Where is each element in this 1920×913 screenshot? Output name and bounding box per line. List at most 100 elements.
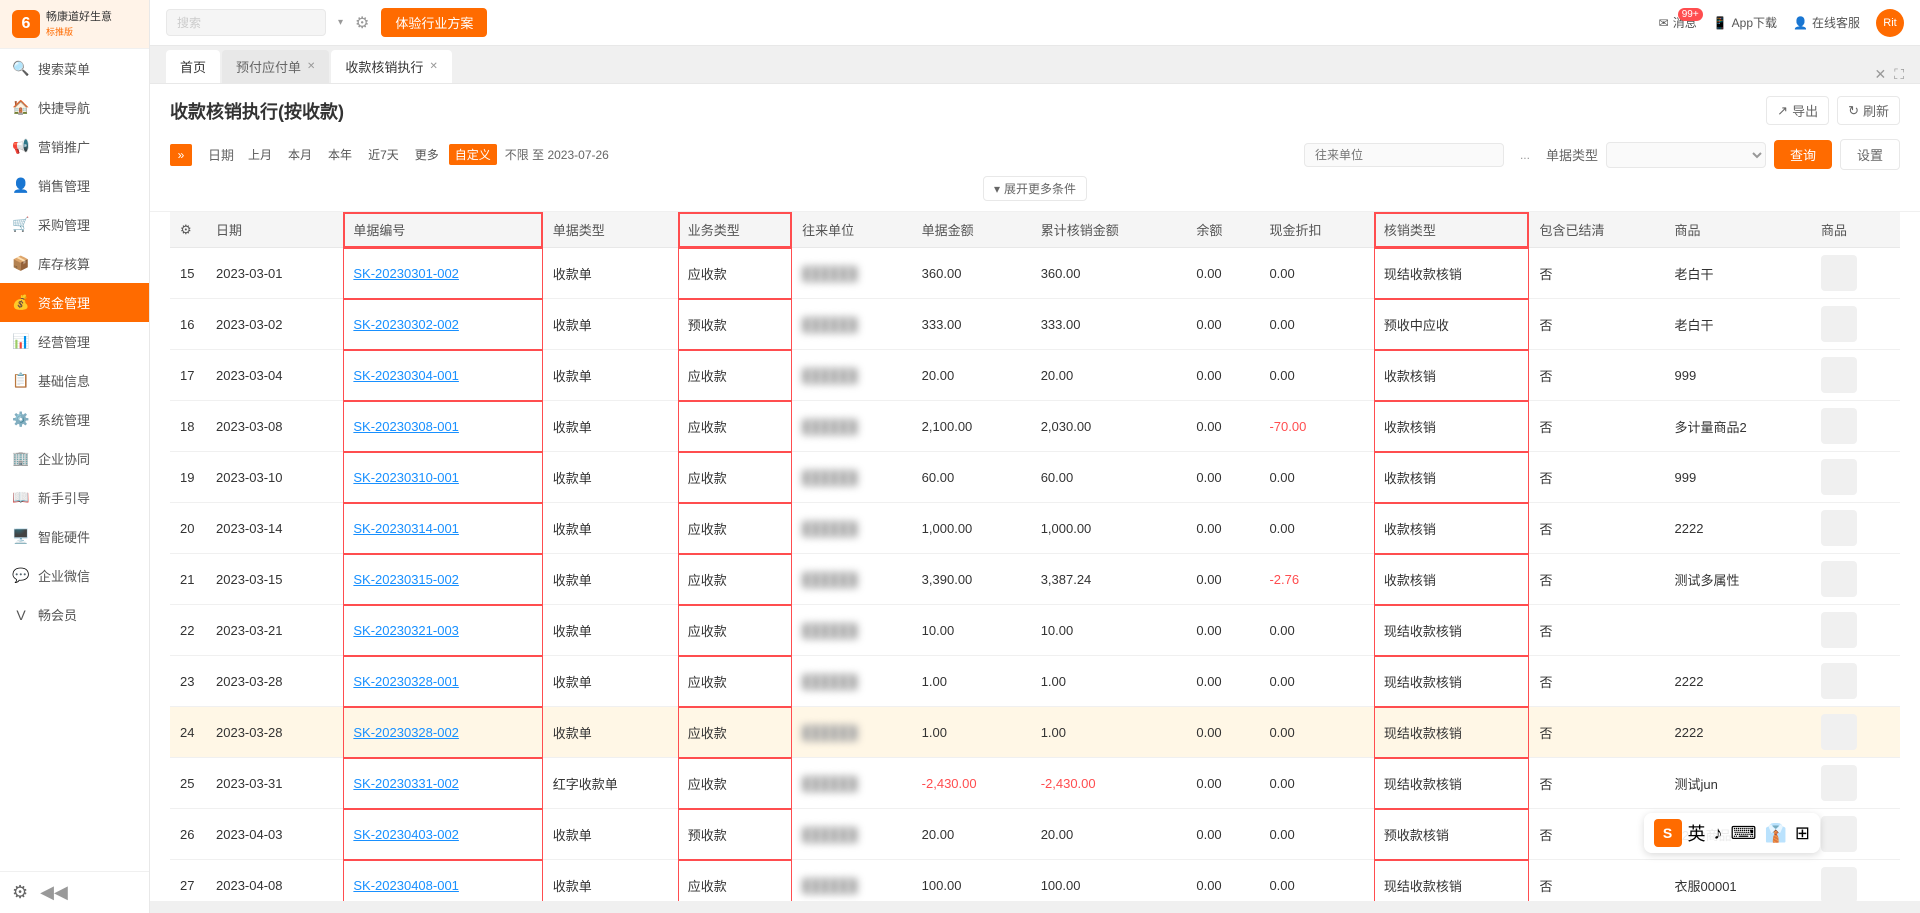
row-unit: ██████ [792, 707, 912, 758]
date-this-year-btn[interactable]: 本年 [322, 144, 358, 165]
refresh-button[interactable]: ↻ 刷新 [1837, 96, 1900, 125]
sidebar-item-search[interactable]: 🔍 搜索菜单 [0, 49, 149, 88]
unit-blurred: ██████ [802, 878, 857, 893]
settings-icon[interactable]: ⚙ [12, 882, 28, 903]
row-bill-no: SK-20230301-002 [343, 248, 542, 299]
wm-chinese-icon[interactable]: 英 [1688, 820, 1706, 846]
close-window-icon[interactable]: ✕ [1874, 66, 1886, 83]
row-balance: 0.00 [1186, 299, 1259, 350]
sidebar-item-guide[interactable]: 📖 新手引导 [0, 478, 149, 517]
close-icon[interactable]: ✕ [429, 61, 437, 72]
sidebar-item-operation[interactable]: 📊 经营管理 [0, 322, 149, 361]
sidebar-item-base[interactable]: 📋 基础信息 [0, 361, 149, 400]
collapse-icon[interactable]: ◀◀ [40, 882, 68, 903]
sidebar-item-marketing[interactable]: 📢 营销推广 [0, 127, 149, 166]
row-include-settled: 否 [1529, 554, 1664, 605]
bill-no-link[interactable]: SK-20230308-001 [353, 419, 459, 434]
bill-no-link[interactable]: SK-20230321-003 [353, 623, 459, 638]
expand-more-btn[interactable]: ▾ 展开更多条件 [983, 176, 1087, 201]
expand-window-icon[interactable]: ⛶ [1894, 66, 1904, 83]
wm-keyboard-icon[interactable]: ⌨ [1731, 823, 1757, 844]
date-custom-btn[interactable]: 自定义 [449, 144, 497, 165]
query-button[interactable]: 查询 [1774, 140, 1832, 169]
filter-collapse-button[interactable]: » [170, 144, 192, 166]
marketing-icon: 📢 [12, 138, 30, 155]
bill-type-select[interactable] [1606, 142, 1766, 168]
page-header: 收款核销执行(按收款) ↗ 导出 ↻ 刷新 [150, 84, 1920, 133]
date-more-btn[interactable]: 更多 [409, 144, 445, 165]
bill-no-link[interactable]: SK-20230331-002 [353, 776, 459, 791]
date-7days-btn[interactable]: 近7天 [362, 144, 405, 165]
tab-collection[interactable]: 收款核销执行 ✕ [331, 50, 451, 83]
row-bill-no: SK-20230310-001 [343, 452, 542, 503]
row-goods: 衣服00001 [1665, 860, 1811, 902]
bill-no-link[interactable]: SK-20230328-002 [353, 725, 459, 740]
row-biz-type: 预收款 [678, 809, 792, 860]
tab-prepay[interactable]: 预付应付单 ✕ [222, 50, 329, 83]
dropdown-arrow-icon[interactable]: ▾ [338, 17, 343, 28]
messages-action[interactable]: ✉ 消息 99+ [1659, 14, 1697, 31]
online-service-action[interactable]: 👤 在线客服 [1793, 14, 1860, 31]
user-avatar[interactable]: Rit [1876, 9, 1904, 37]
finance-icon: 💰 [12, 294, 30, 311]
row-biz-type: 应收款 [678, 605, 792, 656]
row-include-settled: 否 [1529, 401, 1664, 452]
topbar-search[interactable]: 搜索 [166, 9, 326, 36]
unit-filter-input[interactable] [1304, 143, 1504, 167]
row-include-settled: 否 [1529, 299, 1664, 350]
row-bill-type: 收款单 [543, 503, 678, 554]
sidebar-item-purchase[interactable]: 🛒 采购管理 [0, 205, 149, 244]
wm-grid-icon[interactable]: ⊞ [1795, 823, 1810, 844]
sidebar-item-sales[interactable]: 👤 销售管理 [0, 166, 149, 205]
row-goods-img [1811, 809, 1900, 860]
filter-settings-button[interactable]: 设置 [1840, 139, 1900, 170]
app-download-action[interactable]: 📱 App下载 [1713, 14, 1777, 31]
close-icon[interactable]: ✕ [307, 61, 315, 72]
bill-no-link[interactable]: SK-20230408-001 [353, 878, 459, 893]
sidebar-item-wechat[interactable]: 💬 企业微信 [0, 556, 149, 595]
row-writeoff-amount: 100.00 [1031, 860, 1187, 902]
row-cash-discount: 0.00 [1259, 656, 1373, 707]
col-settings[interactable]: ⚙ [170, 212, 206, 248]
table-row: 20 2023-03-14 SK-20230314-001 收款单 应收款 ██… [170, 503, 1900, 554]
row-goods-img [1811, 707, 1900, 758]
wm-music-icon[interactable]: ♪ [1714, 823, 1723, 844]
row-amount: 20.00 [912, 350, 1031, 401]
bill-no-link[interactable]: SK-20230328-001 [353, 674, 459, 689]
topbar-gear-icon[interactable]: ⚙ [355, 13, 369, 33]
bill-no-link[interactable]: SK-20230314-001 [353, 521, 459, 536]
sidebar-item-hardware[interactable]: 🖥️ 智能硬件 [0, 517, 149, 556]
row-goods-img [1811, 452, 1900, 503]
row-num: 16 [170, 299, 206, 350]
date-last-month-btn[interactable]: 上月 [242, 144, 278, 165]
sidebar-item-inventory[interactable]: 📦 库存核算 [0, 244, 149, 283]
sidebar-item-label: 资金管理 [38, 293, 90, 312]
unit-blurred: ██████ [802, 623, 857, 638]
sidebar-item-label: 系统管理 [38, 410, 90, 429]
sidebar-item-enterprise[interactable]: 🏢 企业协同 [0, 439, 149, 478]
row-unit: ██████ [792, 860, 912, 902]
solution-button[interactable]: 体验行业方案 [381, 8, 487, 37]
date-this-month-btn[interactable]: 本月 [282, 144, 318, 165]
bill-no-link[interactable]: SK-20230315-002 [353, 572, 459, 587]
wm-clothing-icon[interactable]: 👔 [1764, 823, 1786, 844]
bill-no-link[interactable]: SK-20230403-002 [353, 827, 459, 842]
table-scrollbar[interactable] [150, 901, 1920, 913]
row-goods-img [1811, 401, 1900, 452]
row-date: 2023-03-14 [206, 503, 343, 554]
sidebar-item-quick-nav[interactable]: 🏠 快捷导航 [0, 88, 149, 127]
row-cash-discount: 0.00 [1259, 605, 1373, 656]
sidebar-item-label: 快捷导航 [38, 98, 90, 117]
row-amount: 1.00 [912, 707, 1031, 758]
tab-home-label: 首页 [180, 57, 206, 76]
sidebar-item-member[interactable]: V 畅会员 [0, 595, 149, 634]
row-goods-img [1811, 605, 1900, 656]
export-button[interactable]: ↗ 导出 [1766, 96, 1829, 125]
bill-no-link[interactable]: SK-20230310-001 [353, 470, 459, 485]
bill-no-link[interactable]: SK-20230301-002 [353, 266, 459, 281]
bill-no-link[interactable]: SK-20230302-002 [353, 317, 459, 332]
sidebar-item-finance[interactable]: 💰 资金管理 [0, 283, 149, 322]
sidebar-item-system[interactable]: ⚙️ 系统管理 [0, 400, 149, 439]
bill-no-link[interactable]: SK-20230304-001 [353, 368, 459, 383]
tab-home[interactable]: 首页 [166, 50, 220, 83]
